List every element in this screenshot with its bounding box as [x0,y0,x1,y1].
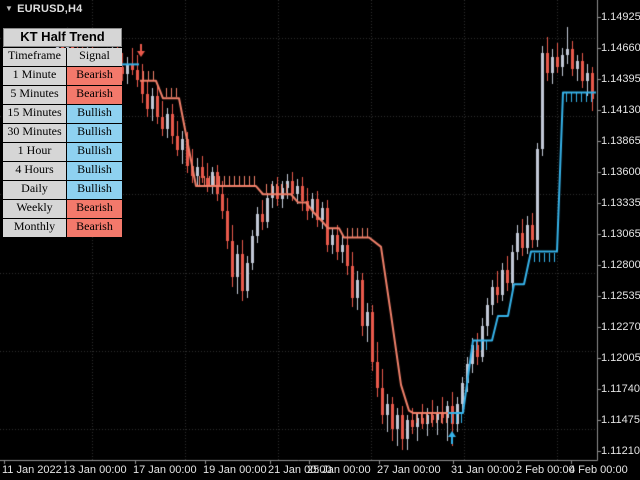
chevron-down-icon: ▼ [5,4,14,13]
panel-row-cell-signal: Bullish [67,162,122,180]
time-axis-label: 19 Jan 00:00 [203,464,267,476]
time-axis-label: 27 Jan 00:00 [377,464,441,476]
price-axis-label: 1.13865 [601,135,640,147]
price-axis-label: 1.11210 [601,445,640,457]
mt4-chart-window: ▼ EURUSD,H4 KT Half Trend Timeframe Signa… [0,0,640,480]
panel-row-cell-timeframe: 15 Minutes [3,105,66,123]
time-axis-label: 31 Jan 00:00 [451,464,515,476]
panel-row-cell-signal: Bullish [67,105,122,123]
panel-column-header-signal: Signal [67,48,122,66]
price-axis-label: 1.13335 [601,197,640,209]
kt-half-trend-panel: KT Half Trend Timeframe Signal 1 Minute B… [3,28,122,237]
panel-row-cell-signal: Bullish [67,124,122,142]
panel-row-cell-signal: Bullish [67,181,122,199]
price-axis-label: 1.11475 [601,414,640,426]
time-axis-label: 17 Jan 00:00 [133,464,197,476]
panel-row-cell-signal: Bearish [67,86,122,104]
price-axis-label: 1.14660 [601,42,640,54]
panel-row-cell-timeframe: 1 Hour [3,143,66,161]
panel-row-cell-signal: Bearish [67,200,122,218]
price-axis-label: 1.12535 [601,290,640,302]
time-axis-label: 25 Jan 00:00 [307,464,371,476]
time-axis-label: 2 Feb 00:00 [516,464,575,476]
panel-title: KT Half Trend [3,28,122,47]
price-axis-label: 1.14925 [601,11,640,23]
time-axis-label: 13 Jan 00:00 [63,464,127,476]
panel-row-cell-signal: Bullish [67,143,122,161]
panel-row-cell-timeframe: 4 Hours [3,162,66,180]
panel-row-cell-timeframe: 5 Minutes [3,86,66,104]
price-axis-label: 1.14130 [601,104,640,116]
price-axis-label: 1.14395 [601,73,640,85]
panel-row-cell-signal: Bearish [67,219,122,237]
price-axis-label: 1.12005 [601,352,640,364]
panel-column-header-timeframe: Timeframe [3,48,66,66]
price-axis-label: 1.13600 [601,166,640,178]
panel-grid: Timeframe Signal 1 Minute Bearish 5 Minute… [3,48,122,237]
panel-row-cell-timeframe: 1 Minute [3,67,66,85]
panel-row-cell-signal: Bearish [67,67,122,85]
panel-row-cell-timeframe: Monthly [3,219,66,237]
symbol-label: ▼ EURUSD,H4 [5,3,83,15]
time-axis-label: 4 Feb 00:00 [569,464,628,476]
price-axis-label: 1.12800 [601,259,640,271]
price-axis-label: 1.11740 [601,383,640,395]
panel-row-cell-timeframe: Daily [3,181,66,199]
panel-row-cell-timeframe: 30 Minutes [3,124,66,142]
price-axis-label: 1.13065 [601,228,640,240]
symbol-label-text: EURUSD,H4 [17,3,83,15]
panel-row-cell-timeframe: Weekly [3,200,66,218]
price-axis-label: 1.12270 [601,321,640,333]
time-axis-label: 11 Jan 2022 [2,464,62,476]
